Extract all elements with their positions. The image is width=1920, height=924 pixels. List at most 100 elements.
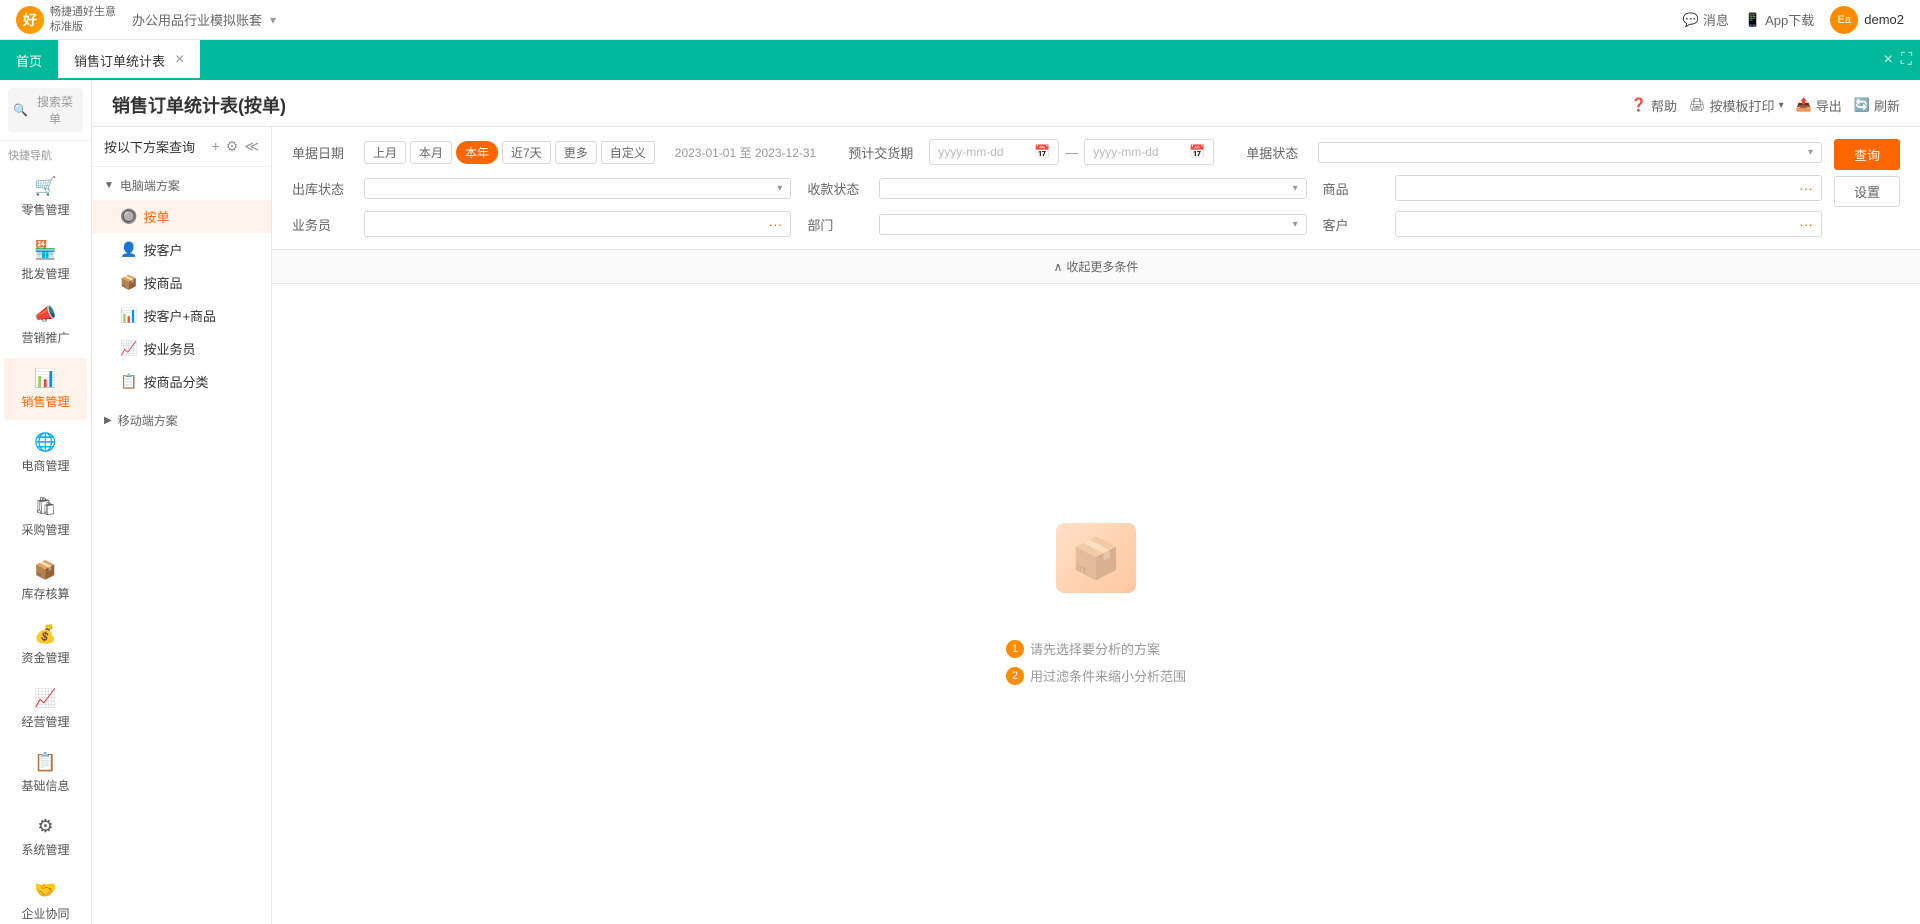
scheme-group-pc: ▼ 电脑端方案 🔘 按单 👤 按客户 📦 按商品 — [92, 167, 271, 402]
purchase-icon: 🛍 — [34, 496, 57, 517]
close-window-icon[interactable]: × — [1883, 51, 1892, 69]
export-icon: 📤 — [1796, 97, 1812, 113]
dept-select[interactable]: ▾ — [879, 214, 1306, 235]
doc-status-select[interactable]: ▾ — [1318, 142, 1822, 163]
scheme-item-by-customer[interactable]: 👤 按客户 — [92, 233, 271, 266]
sidebar-item-marketing[interactable]: 📣 营销推广 — [4, 294, 87, 356]
payment-status-select[interactable]: ▾ — [879, 178, 1306, 199]
settings-button[interactable]: 设置 — [1834, 176, 1900, 207]
right-actions: 查询 设置 — [1834, 139, 1900, 207]
filter-fields: 单据日期 上月 本月 本年 近7天 更多 自定义 2023-01-01 至 20… — [292, 139, 1822, 237]
left-panel: 按以下方案查询 + ⚙ ≪ ▼ 电脑端方案 🔘 按单 — [92, 127, 272, 924]
user-avatar: Ea — [1830, 6, 1858, 34]
sidebar: 🔍 搜索菜单 快捷导航 🛒 零售管理 🏪 批发管理 📣 营销推广 📊 销售管理 … — [0, 80, 92, 924]
scheme-item-by-order[interactable]: 🔘 按单 — [92, 200, 271, 233]
ecommerce-icon: 🌐 — [34, 432, 56, 453]
doc-status-arrow: ▾ — [1808, 147, 1813, 158]
scheme-item-by-goods[interactable]: 📦 按商品 — [92, 266, 271, 299]
refresh-button[interactable]: 🔄 刷新 — [1854, 96, 1900, 115]
sidebar-nav-label: 快捷导航 — [0, 141, 91, 165]
sidebar-item-finance[interactable]: 💰 资金管理 — [4, 614, 87, 676]
collapse-button[interactable]: ∧ 收起更多条件 — [1054, 258, 1139, 275]
sidebar-item-operations[interactable]: 📈 经营管理 — [4, 678, 87, 740]
goods-input[interactable]: ··· — [1395, 175, 1822, 201]
scheme-group-mobile: ▶ 移动端方案 — [92, 402, 271, 439]
empty-icon — [1046, 523, 1146, 623]
last-7-btn[interactable]: 近7天 — [502, 141, 551, 164]
dept-label: 部门 — [807, 215, 863, 234]
expected-date-group: yyyy-mm-dd 📅 — yyyy-mm-dd 📅 — [929, 139, 1214, 165]
by-category-icon: 📋 — [120, 373, 137, 390]
salesperson-dots-icon: ··· — [768, 216, 782, 232]
sidebar-item-inventory[interactable]: 📦 库存核算 — [4, 550, 87, 612]
customer-input[interactable]: ··· — [1395, 211, 1822, 237]
maximize-icon[interactable]: ⛶ — [1901, 51, 1912, 69]
expected-date-from[interactable]: yyyy-mm-dd 📅 — [929, 139, 1059, 165]
main-layout: 🔍 搜索菜单 快捷导航 🛒 零售管理 🏪 批发管理 📣 营销推广 📊 销售管理 … — [0, 80, 1920, 924]
this-month-btn[interactable]: 本月 — [410, 141, 452, 164]
empty-hint-1: 1 请先选择要分析的方案 — [1006, 639, 1186, 658]
tab-home[interactable]: 首页 — [0, 40, 58, 80]
top-bar-title: 办公用品行业模拟账套 — [132, 10, 262, 29]
page-title: 销售订单统计表(按单) — [112, 92, 286, 118]
query-button[interactable]: 查询 — [1834, 139, 1900, 170]
scheme-group-mobile-header[interactable]: ▶ 移动端方案 — [92, 406, 271, 435]
by-salesperson-icon: 📈 — [120, 340, 137, 357]
content-area: 销售订单统计表(按单) ❓ 帮助 🖨 按模板打印 ▾ 📤 导出 🔄 刷新 — [92, 80, 1920, 924]
customer-label: 客户 — [1323, 215, 1379, 234]
scheme-group-pc-header[interactable]: ▼ 电脑端方案 — [92, 171, 271, 200]
delivery-status-select[interactable]: ▾ — [364, 178, 791, 199]
sidebar-item-purchase[interactable]: 🛍 采购管理 — [4, 486, 87, 548]
filter-row-3: 业务员 ··· 部门 ▾ — [292, 211, 1822, 237]
tab-close-icon[interactable]: × — [175, 52, 184, 68]
tab-bar: 首页 销售订单统计表 × × ⛶ — [0, 40, 1920, 80]
sidebar-item-wholesale[interactable]: 🏪 批发管理 — [4, 230, 87, 292]
more-btn[interactable]: 更多 — [555, 141, 597, 164]
by-order-icon: 🔘 — [120, 208, 137, 225]
page-header: 销售订单统计表(按单) ❓ 帮助 🖨 按模板打印 ▾ 📤 导出 🔄 刷新 — [92, 80, 1920, 127]
sidebar-item-enterprise[interactable]: 🤝 企业协同 — [4, 870, 87, 924]
search-menu-button[interactable]: 🔍 搜索菜单 — [8, 88, 83, 132]
filter-main-row: 单据日期 上月 本月 本年 近7天 更多 自定义 2023-01-01 至 20… — [292, 139, 1900, 237]
scheme-item-by-customer-goods[interactable]: 📊 按客户+商品 — [92, 299, 271, 332]
sidebar-item-retail[interactable]: 🛒 零售管理 — [4, 166, 87, 228]
last-month-btn[interactable]: 上月 — [364, 141, 406, 164]
sidebar-item-ecommerce[interactable]: 🌐 电商管理 — [4, 422, 87, 484]
app-download-button[interactable]: 📱 App下载 — [1745, 10, 1814, 29]
logo-text: 畅捷通好生意 标准版 — [50, 5, 116, 34]
goods-label: 商品 — [1323, 179, 1379, 198]
add-scheme-button[interactable]: + — [212, 138, 220, 155]
top-bar: 好 畅捷通好生意 标准版 办公用品行业模拟账套 ▾ 💬 消息 📱 App下载 E… — [0, 0, 1920, 40]
filter-row-2: 出库状态 ▾ 收款状态 ▾ — [292, 175, 1822, 201]
payment-status-label: 收款状态 — [807, 179, 863, 198]
top-bar-right: 💬 消息 📱 App下载 Ea demo2 — [1683, 6, 1904, 34]
active-tab-label: 销售订单统计表 — [74, 51, 165, 70]
sidebar-item-system[interactable]: ⚙ 系统管理 — [4, 806, 87, 868]
app-icon: 📱 — [1745, 12, 1761, 28]
right-content: 单据日期 上月 本月 本年 近7天 更多 自定义 2023-01-01 至 20… — [272, 127, 1920, 924]
sidebar-item-basic[interactable]: 📋 基础信息 — [4, 742, 87, 804]
user-profile[interactable]: Ea demo2 — [1830, 6, 1904, 34]
salesperson-label: 业务员 — [292, 215, 348, 234]
scheme-settings-button[interactable]: ⚙ — [226, 138, 239, 155]
sidebar-item-sales[interactable]: 📊 销售管理 — [4, 358, 87, 420]
export-button[interactable]: 📤 导出 — [1796, 96, 1842, 115]
custom-btn[interactable]: 自定义 — [601, 141, 655, 164]
collapse-panel-button[interactable]: ≪ — [244, 138, 259, 155]
empty-hint-2: 2 用过滤条件来缩小分析范围 — [1006, 666, 1186, 685]
dropdown-icon[interactable]: ▾ — [270, 13, 276, 27]
goods-dots-icon: ··· — [1799, 180, 1813, 196]
message-button[interactable]: 💬 消息 — [1683, 10, 1729, 29]
left-panel-header: 按以下方案查询 + ⚙ ≪ — [92, 127, 271, 167]
tab-sales-order-stats[interactable]: 销售订单统计表 × — [58, 40, 200, 80]
marketing-icon: 📣 — [34, 304, 56, 325]
expected-date-to[interactable]: yyyy-mm-dd 📅 — [1084, 139, 1214, 165]
delivery-arrow: ▾ — [777, 183, 782, 194]
scheme-item-by-salesperson[interactable]: 📈 按业务员 — [92, 332, 271, 365]
date-label: 单据日期 — [292, 143, 348, 162]
salesperson-input[interactable]: ··· — [364, 211, 791, 237]
help-button[interactable]: ❓ 帮助 — [1631, 96, 1677, 115]
this-year-btn[interactable]: 本年 — [456, 141, 498, 164]
print-template-button[interactable]: 🖨 按模板打印 ▾ — [1689, 96, 1784, 115]
scheme-item-by-category[interactable]: 📋 按商品分类 — [92, 365, 271, 398]
